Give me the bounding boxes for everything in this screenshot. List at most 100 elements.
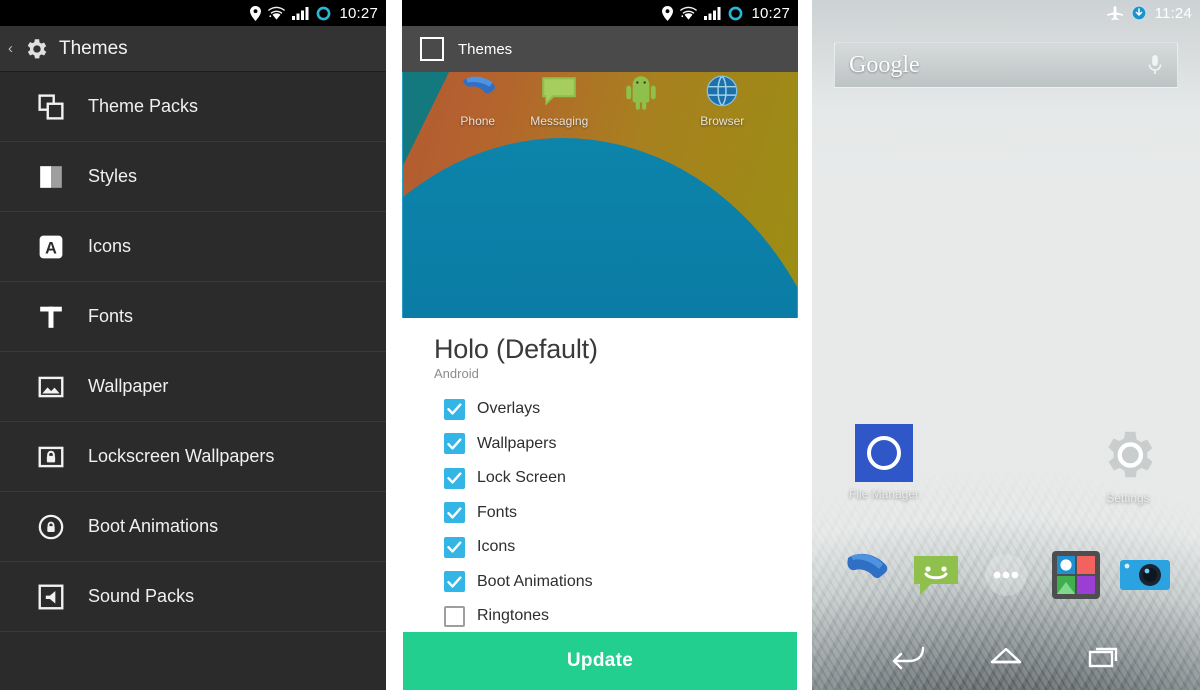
checkbox-row-boot-animations[interactable]: Boot Animations	[444, 565, 766, 600]
status-time: 10:27	[751, 4, 790, 22]
lock-picture-icon	[38, 446, 64, 467]
gallery-icon[interactable]	[1049, 548, 1103, 602]
sidebar-item-label: Fonts	[88, 306, 134, 326]
back-chevron-icon[interactable]: ‹	[8, 41, 13, 56]
home-app-file-manager[interactable]: File Manager	[838, 424, 930, 534]
home-app-settings[interactable]: Settings	[1082, 424, 1174, 534]
preview-app-label: Messaging	[530, 114, 589, 128]
airplane-mode-icon	[1106, 6, 1123, 21]
sidebar-item-wallpaper[interactable]: Wallpaper	[0, 352, 386, 422]
signal-bars-icon	[292, 7, 309, 20]
sidebar-item-label: Theme Packs	[88, 96, 199, 116]
sidebar-item-label: Styles	[88, 166, 138, 186]
location-pin-icon	[662, 5, 674, 21]
message-bubble-icon	[542, 77, 577, 106]
theme-preview-image[interactable]: Phone Messaging Browser	[402, 72, 798, 318]
wifi-icon	[268, 6, 286, 20]
checkbox-row-ringtones[interactable]: Ringtones	[444, 599, 766, 634]
status-time: 11:24	[1154, 4, 1192, 22]
checkbox-wallpapers[interactable]	[444, 433, 465, 455]
preview-app-phone: Phone	[437, 74, 519, 128]
component-checkbox-list: Overlays Wallpapers Lock Screen Fonts Ic	[434, 392, 766, 634]
download-circle-icon	[1130, 5, 1147, 21]
homescreen-app-row: File Manager Settings	[812, 424, 1200, 534]
checkbox-ringtones[interactable]	[444, 605, 465, 627]
svg-text:A: A	[45, 239, 57, 257]
checkbox-label: Overlays	[477, 400, 541, 418]
left-phone-screen: 10:27 ‹ Themes Theme Packs Styles A Icon…	[0, 0, 386, 690]
sidebar-item-theme-packs[interactable]: Theme Packs	[0, 72, 386, 142]
themes-menu-list: Theme Packs Styles A Icons Fonts Wallpap…	[0, 72, 386, 632]
theme-detail-body: Holo (Default) Android Overlays Wallpape…	[402, 318, 798, 634]
file-manager-icon	[855, 424, 913, 482]
checkbox-boot-animations[interactable]	[444, 571, 465, 593]
preview-app-label: Phone	[460, 114, 496, 128]
gear-icon	[1108, 431, 1153, 478]
checkbox-row-icons[interactable]: Icons	[444, 530, 766, 565]
phone-handset-icon[interactable]	[840, 548, 894, 602]
picture-icon	[38, 376, 64, 397]
preview-app-messaging: Messaging	[519, 74, 601, 128]
mid-status-bar: 10:27	[402, 0, 798, 26]
home-app-label: Settings	[1106, 491, 1150, 505]
microphone-icon[interactable]	[1147, 53, 1163, 77]
update-button[interactable]: Update	[403, 632, 797, 690]
left-status-bar: 10:27	[0, 0, 386, 26]
status-time: 10:27	[339, 4, 378, 22]
preview-app-browser: Browser	[682, 74, 764, 128]
message-bubble-icon[interactable]	[909, 548, 963, 602]
checkbox-row-lock-screen[interactable]: Lock Screen	[444, 461, 766, 496]
sidebar-item-styles[interactable]: Styles	[0, 142, 386, 212]
checkbox-overlays[interactable]	[444, 398, 465, 420]
back-arrow-icon[interactable]	[887, 642, 927, 670]
sidebar-item-label: Lockscreen Wallpapers	[88, 446, 275, 466]
wifi-icon	[680, 6, 698, 20]
gear-icon	[27, 38, 47, 58]
wallpaper-sky-haze	[812, 0, 1200, 200]
camera-icon[interactable]	[1118, 548, 1172, 602]
checkbox-label: Boot Animations	[477, 572, 593, 590]
mid-header-bar[interactable]: Themes	[402, 26, 798, 72]
speaker-icon	[38, 584, 64, 609]
sidebar-item-label: Icons	[88, 236, 132, 256]
sync-circle-icon	[729, 6, 743, 20]
android-robot-icon	[626, 76, 656, 110]
location-pin-icon	[250, 5, 262, 21]
sidebar-item-label: Wallpaper	[88, 376, 169, 396]
google-search-bar[interactable]: Google	[834, 42, 1178, 88]
checkbox-row-wallpapers[interactable]: Wallpapers	[444, 427, 766, 462]
android-navigation-bar	[812, 628, 1200, 684]
checkbox-icons[interactable]	[444, 536, 465, 558]
screenshot-root: 10:27 ‹ Themes Theme Packs Styles A Icon…	[0, 0, 1200, 690]
sidebar-item-sound-packs[interactable]: Sound Packs	[0, 562, 386, 632]
layers-icon	[38, 93, 64, 120]
signal-bars-icon	[704, 7, 721, 20]
checkbox-fonts[interactable]	[444, 502, 465, 524]
checkbox-lock-screen[interactable]	[444, 467, 465, 489]
sidebar-item-icons[interactable]: A Icons	[0, 212, 386, 282]
checkbox-row-fonts[interactable]: Fonts	[444, 496, 766, 531]
checkbox-label: Fonts	[477, 503, 518, 521]
mid-phone-screen: 10:27 Themes Phone Messaging Browser Hol…	[402, 0, 798, 690]
right-phone-screen: 11:24 Google File Manager Settings	[812, 0, 1200, 690]
checkbox-label: Lock Screen	[477, 469, 566, 487]
phone-handset-icon	[463, 76, 495, 94]
sidebar-item-lockscreen-wallpapers[interactable]: Lockscreen Wallpapers	[0, 422, 386, 492]
home-icon[interactable]	[986, 642, 1026, 670]
theme-author: Android	[434, 366, 479, 381]
theme-title: Holo (Default)	[434, 334, 598, 364]
app-drawer-icon[interactable]	[979, 548, 1033, 602]
sidebar-item-boot-animations[interactable]: Boot Animations	[0, 492, 386, 562]
homescreen: 11:24 Google File Manager Settings	[812, 0, 1200, 690]
page-title: Themes	[59, 37, 128, 59]
sidebar-item-label: Boot Animations	[88, 516, 219, 536]
mid-header-title: Themes	[458, 40, 513, 58]
sidebar-item-fonts[interactable]: Fonts	[0, 282, 386, 352]
left-action-bar[interactable]: ‹ Themes	[0, 26, 386, 72]
recents-icon[interactable]	[1085, 642, 1125, 670]
preview-app-row: Phone Messaging Browser	[403, 74, 797, 128]
square-outline-icon	[420, 37, 444, 61]
style-swatch-icon	[40, 165, 62, 188]
checkbox-row-overlays[interactable]: Overlays	[444, 392, 766, 427]
checkbox-label: Ringtones	[477, 607, 550, 625]
